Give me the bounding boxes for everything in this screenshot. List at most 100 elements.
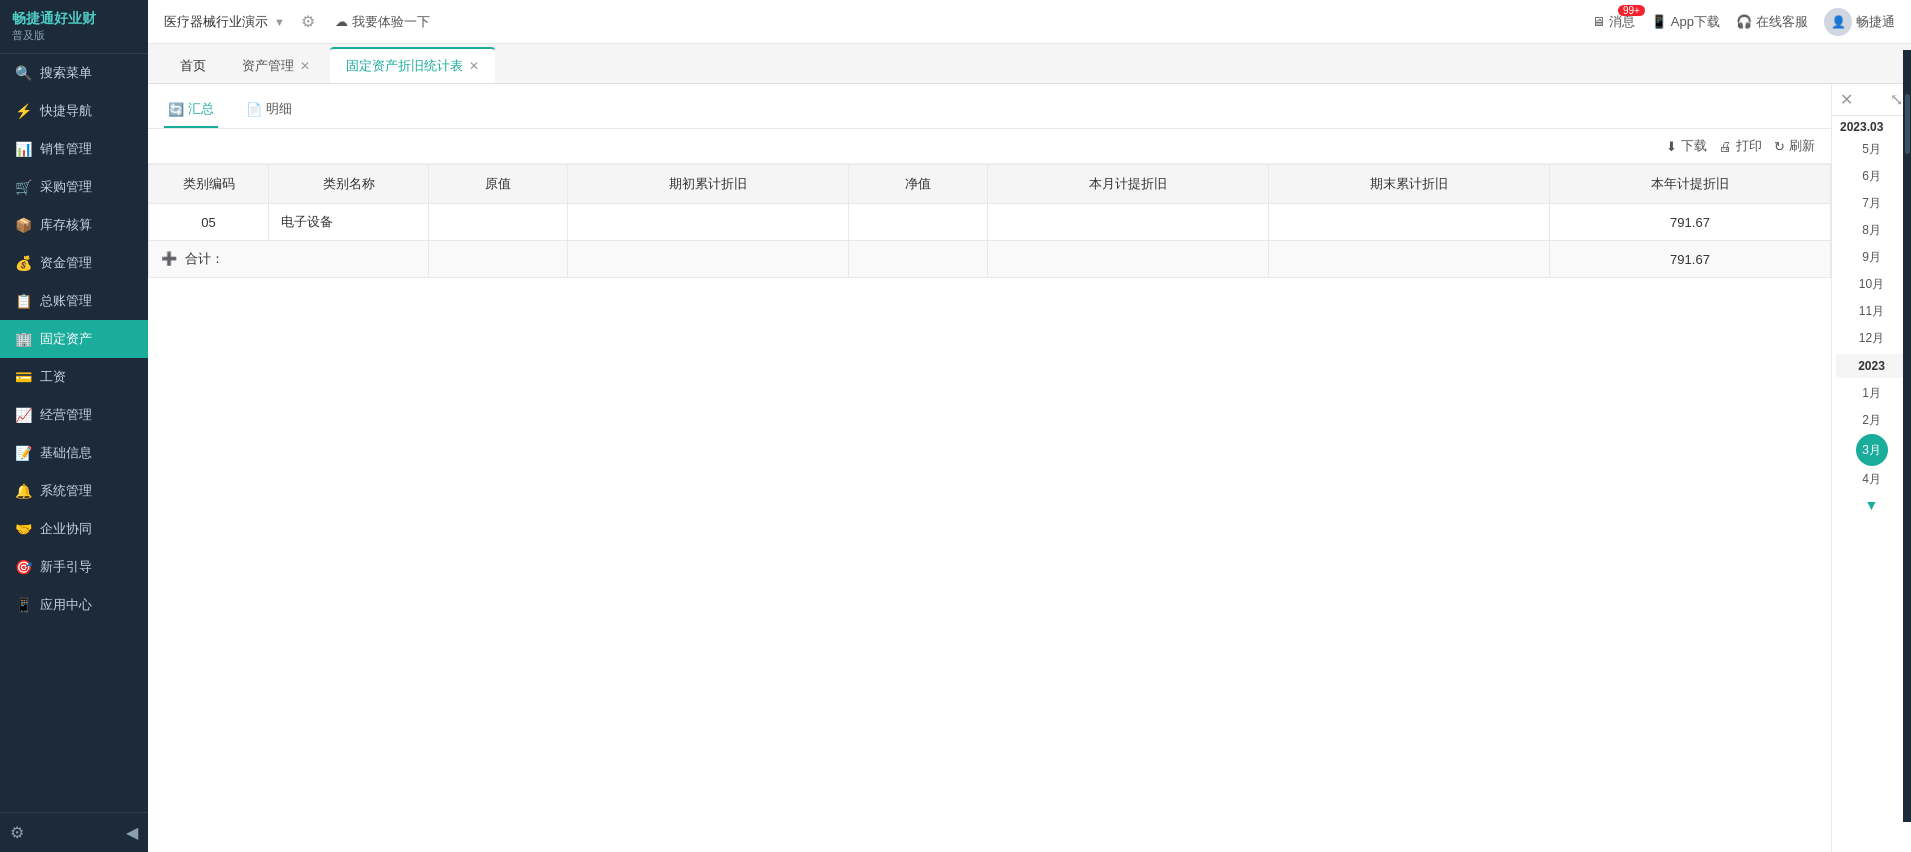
panel-close-icon[interactable]: ✕ xyxy=(1840,90,1853,109)
summary-current-year-depreciation: 791.67 xyxy=(1550,241,1831,278)
date-item-12[interactable]: 12月 xyxy=(1836,325,1907,352)
sidebar-item-sales[interactable]: 📊 销售管理 xyxy=(0,130,148,168)
sidebar-item-basic-info[interactable]: 📝 基础信息 xyxy=(0,434,148,472)
experience-icon: ☁ xyxy=(335,14,348,29)
col-header-period-begin-depreciation: 期初累计折旧 xyxy=(568,165,849,204)
sidebar-logo: 畅捷通好业财 xyxy=(12,10,136,28)
handshake-icon: 🤝 xyxy=(14,521,32,537)
cell-net-value xyxy=(849,204,988,241)
tab-depreciation-report[interactable]: 固定资产折旧统计表 ✕ xyxy=(330,47,495,83)
table-toolbar: ⬇ 下载 🖨 打印 ↻ 刷新 xyxy=(148,129,1831,164)
sidebar-item-inventory[interactable]: 📦 库存核算 xyxy=(0,206,148,244)
sidebar-item-ledger[interactable]: 📋 总账管理 xyxy=(0,282,148,320)
sidebar-item-label: 固定资产 xyxy=(40,330,92,348)
sidebar-item-quick-nav[interactable]: ⚡ 快捷导航 xyxy=(0,92,148,130)
subtab-bar: 🔄 汇总 📄 明细 xyxy=(148,84,1831,129)
date-item-6[interactable]: 6月 xyxy=(1836,163,1907,190)
settings-icon[interactable]: ⚙ xyxy=(10,823,24,842)
sidebar-item-label: 资金管理 xyxy=(40,254,92,272)
cell-current-year-depreciation: 791.67 xyxy=(1550,204,1831,241)
user-menu[interactable]: 👤 畅捷通 xyxy=(1824,8,1895,36)
date-item-10[interactable]: 10月 xyxy=(1836,271,1907,298)
print-button[interactable]: 🖨 打印 xyxy=(1719,137,1762,155)
sidebar-item-fixed-assets[interactable]: 🏢 固定资产 xyxy=(0,320,148,358)
target-icon: 🎯 xyxy=(14,559,32,575)
cell-current-month-depreciation xyxy=(988,204,1269,241)
sidebar-nav: 🔍 搜索菜单 ⚡ 快捷导航 📊 销售管理 🛒 采购管理 📦 库存核算 💰 资金管… xyxy=(0,54,148,812)
cart-icon: 🛒 xyxy=(14,179,32,195)
date-item-8[interactable]: 8月 xyxy=(1836,217,1907,244)
sidebar-item-label: 搜索菜单 xyxy=(40,64,92,82)
subtab-detail[interactable]: 📄 明细 xyxy=(242,92,296,128)
date-nav-down[interactable]: ▼ xyxy=(1836,493,1907,517)
messages-btn[interactable]: 🖥 消息 99+ xyxy=(1592,13,1635,31)
right-panel-header: ✕ ⤡ xyxy=(1832,84,1911,116)
detail-tab-icon: 📄 xyxy=(246,102,262,117)
print-label: 打印 xyxy=(1736,137,1762,155)
refresh-icon: ↻ xyxy=(1774,139,1785,154)
sidebar-item-enterprise[interactable]: 🤝 企业协同 xyxy=(0,510,148,548)
cell-category-name: 电子设备 xyxy=(269,204,429,241)
topbar: 医疗器械行业演示 ▼ ⚙ ☁ 我要体验一下 🖥 消息 99+ 📱 App下载 🎧… xyxy=(148,0,1911,44)
date-item-2023-1[interactable]: 1月 xyxy=(1836,380,1907,407)
messages-badge: 99+ xyxy=(1618,5,1645,16)
main-container: 医疗器械行业演示 ▼ ⚙ ☁ 我要体验一下 🖥 消息 99+ 📱 App下载 🎧… xyxy=(148,0,1911,852)
date-item-7[interactable]: 7月 xyxy=(1836,190,1907,217)
tab-home[interactable]: 首页 xyxy=(164,49,222,83)
sidebar-header: 畅捷通好业财 普及版 xyxy=(0,0,148,54)
date-item-2023-4[interactable]: 4月 xyxy=(1836,466,1907,493)
summary-current-month-depreciation xyxy=(988,241,1269,278)
dropdown-icon: ▼ xyxy=(274,16,285,28)
sidebar-footer: ⚙ ◀ xyxy=(0,812,148,852)
col-header-original-value: 原值 xyxy=(429,165,568,204)
summary-expand-icon[interactable]: ➕ xyxy=(161,251,177,266)
chart-icon: 📊 xyxy=(14,141,32,157)
company-name: 医疗器械行业演示 xyxy=(164,13,268,31)
col-header-net-value: 净值 xyxy=(849,165,988,204)
mobile-icon: 📱 xyxy=(14,597,32,613)
summary-original-value xyxy=(429,241,568,278)
sidebar-item-operations[interactable]: 📈 经营管理 xyxy=(0,396,148,434)
date-item-11[interactable]: 11月 xyxy=(1836,298,1907,325)
settings-gear-icon[interactable]: ⚙ xyxy=(301,12,315,31)
sidebar-item-label: 采购管理 xyxy=(40,178,92,196)
experience-btn[interactable]: ☁ 我要体验一下 xyxy=(335,13,430,31)
ledger-icon: 📋 xyxy=(14,293,32,309)
subtab-summary[interactable]: 🔄 汇总 xyxy=(164,92,218,128)
sidebar-item-finance[interactable]: 💰 资金管理 xyxy=(0,244,148,282)
download-icon: 📱 xyxy=(1651,14,1667,29)
cell-category-code: 05 xyxy=(149,204,269,241)
tab-depreciation-close[interactable]: ✕ xyxy=(469,59,479,73)
sidebar-item-app-center[interactable]: 📱 应用中心 xyxy=(0,586,148,624)
sidebar-item-purchase[interactable]: 🛒 采购管理 xyxy=(0,168,148,206)
customer-service-btn[interactable]: 🎧 在线客服 xyxy=(1736,13,1808,31)
panel-expand-icon[interactable]: ⤡ xyxy=(1890,90,1903,109)
date-item-2023-2[interactable]: 2月 xyxy=(1836,407,1907,434)
refresh-button[interactable]: ↻ 刷新 xyxy=(1774,137,1815,155)
company-selector[interactable]: 医疗器械行业演示 ▼ xyxy=(164,13,285,31)
col-header-current-month-depreciation: 本月计提折旧 xyxy=(988,165,1269,204)
headset-icon: 🎧 xyxy=(1736,14,1752,29)
tab-asset-mgmt-close[interactable]: ✕ xyxy=(300,59,310,73)
tab-asset-mgmt[interactable]: 资产管理 ✕ xyxy=(226,49,326,83)
summary-row: ➕ 合计： 791.67 xyxy=(149,241,1831,278)
sidebar-item-guide[interactable]: 🎯 新手引导 xyxy=(0,548,148,586)
trend-icon: 📈 xyxy=(14,407,32,423)
summary-tab-icon: 🔄 xyxy=(168,102,184,117)
sidebar-item-system[interactable]: 🔔 系统管理 xyxy=(0,472,148,510)
date-item-9[interactable]: 9月 xyxy=(1836,244,1907,271)
sidebar-edition: 普及版 xyxy=(12,28,136,43)
date-item-2023-3[interactable]: 3月 xyxy=(1856,434,1888,466)
summary-label: ➕ 合计： xyxy=(149,241,429,278)
date-item-5[interactable]: 5月 xyxy=(1836,136,1907,163)
collapse-icon[interactable]: ◀ xyxy=(126,823,138,842)
box-icon: 📦 xyxy=(14,217,32,233)
sidebar-item-payroll[interactable]: 💳 工资 xyxy=(0,358,148,396)
download-button[interactable]: ⬇ 下载 xyxy=(1666,137,1707,155)
sidebar-item-label: 企业协同 xyxy=(40,520,92,538)
summary-period-begin-depreciation xyxy=(568,241,849,278)
sidebar-item-label: 工资 xyxy=(40,368,66,386)
sidebar-item-search[interactable]: 🔍 搜索菜单 xyxy=(0,54,148,92)
app-download-btn[interactable]: 📱 App下载 xyxy=(1651,13,1720,31)
refresh-label: 刷新 xyxy=(1789,137,1815,155)
